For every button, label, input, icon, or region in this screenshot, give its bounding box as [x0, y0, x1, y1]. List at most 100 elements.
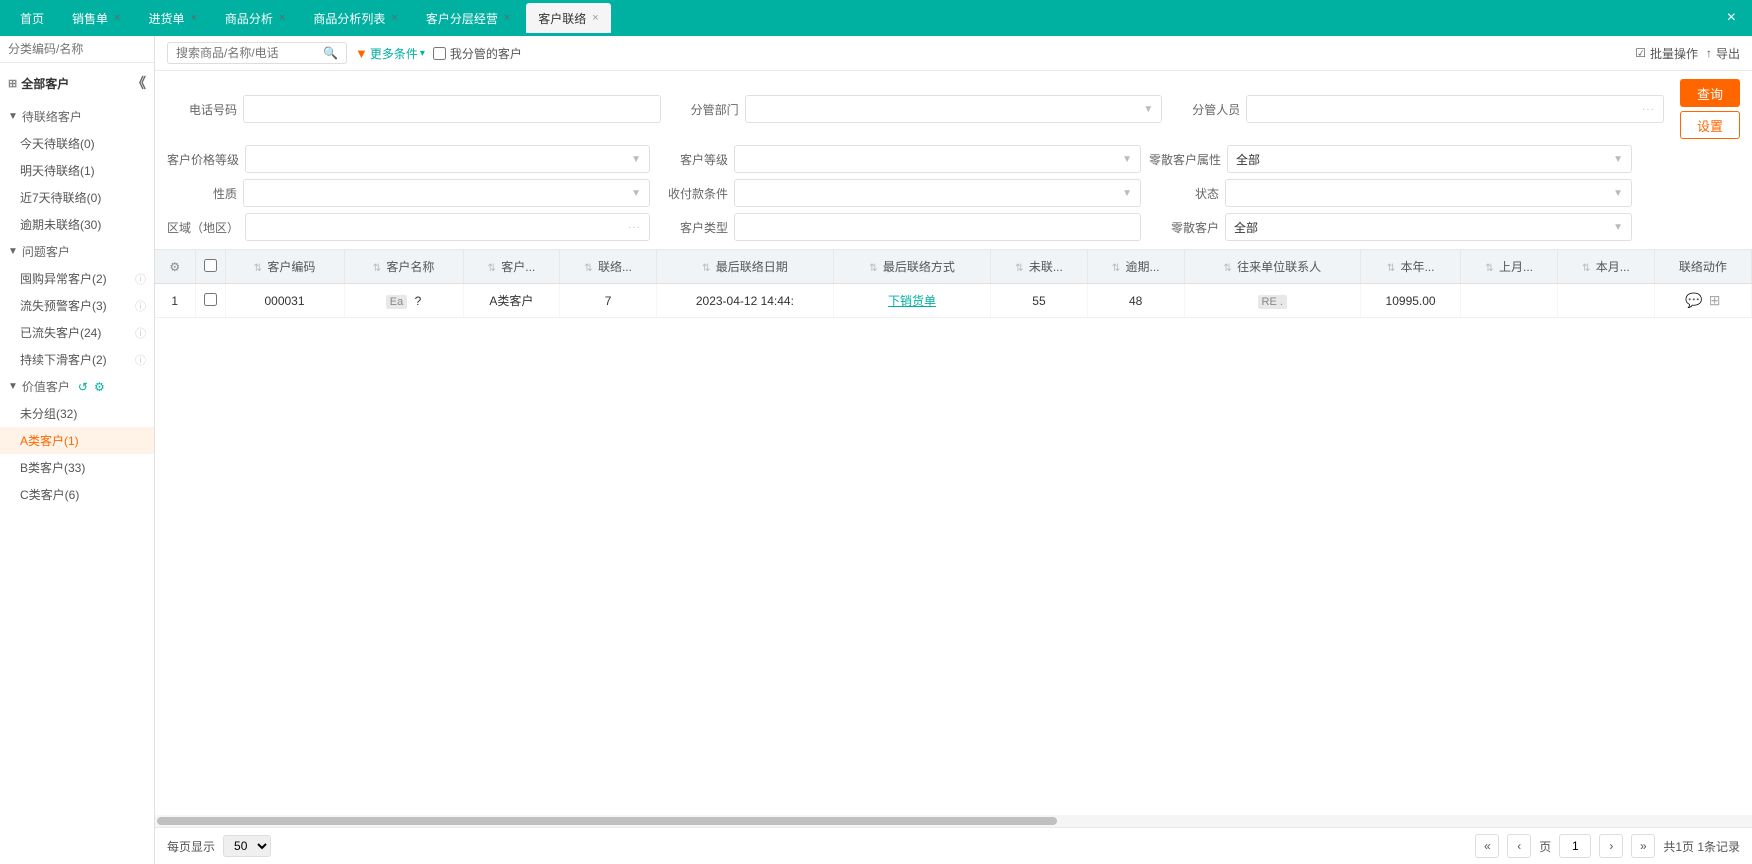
arrow-icon-8: ▼: [1613, 222, 1623, 233]
first-page-btn[interactable]: «: [1475, 834, 1499, 858]
sort-icon-7: ⇅: [1015, 263, 1023, 274]
abnormal-label: 囤购异常客户(2): [20, 270, 133, 287]
filter-status: 状态 ▼: [1149, 179, 1632, 207]
table-settings-icon[interactable]: ⚙: [169, 260, 180, 274]
row-checkbox[interactable]: [204, 293, 217, 306]
customer-level-select[interactable]: ▼: [734, 145, 1141, 173]
nav-product-analysis-list-close[interactable]: ×: [391, 12, 397, 24]
prev-page-btn[interactable]: ‹: [1507, 834, 1531, 858]
nav-product-analysis-list-label: 商品分析列表: [313, 10, 385, 27]
action-col-label: 联络动作: [1679, 260, 1727, 274]
sidebar-group-problem-header[interactable]: ▼ 问题客户: [0, 238, 154, 265]
nav-product-analysis[interactable]: 商品分析 ×: [213, 3, 297, 33]
action-col-header: 联络动作: [1654, 250, 1751, 284]
more-conditions-label: 更多条件: [370, 45, 418, 62]
nav-purchase-close[interactable]: ×: [190, 12, 196, 24]
grid-action-icon[interactable]: ⊞: [1709, 292, 1721, 309]
nav-customer-contact-close[interactable]: ×: [592, 12, 598, 24]
sidebar-all-customers[interactable]: ⊞ 全部客户 《: [0, 67, 154, 99]
per-page-select[interactable]: 50: [223, 835, 271, 857]
manager-label: 分管人员: [1170, 101, 1240, 118]
sidebar-group-problem: ▼ 问题客户 囤购异常客户(2) ⓘ 流失预警客户(3) ⓘ 已流失客户(24)…: [0, 238, 154, 373]
select-all-checkbox[interactable]: [204, 259, 217, 272]
batch-ops-btn[interactable]: ☑ 批量操作: [1635, 45, 1698, 62]
customer-type-label: 客户类型: [658, 219, 728, 236]
nature-select[interactable]: ▼: [243, 179, 650, 207]
filter-search-input[interactable]: [176, 46, 319, 60]
row-last-method[interactable]: 下销货单: [833, 284, 990, 318]
sort-icon-8: ⇅: [1112, 263, 1120, 274]
horizontal-scrollbar[interactable]: [155, 815, 1752, 827]
refresh-icon[interactable]: ↺: [78, 380, 88, 394]
nav-customer-contact[interactable]: 客户联络 ×: [526, 3, 610, 33]
query-button[interactable]: 查询: [1680, 79, 1740, 107]
scatter-attr-select[interactable]: 全部▼: [1227, 145, 1632, 173]
filter-customer-type: 客户类型: [658, 213, 1141, 241]
scatter-customer-select[interactable]: 全部▼: [1225, 213, 1632, 241]
sidebar-item-abnormal[interactable]: 囤购异常客户(2) ⓘ: [0, 265, 154, 292]
next-page-btn[interactable]: ›: [1599, 834, 1623, 858]
department-select[interactable]: ▼: [745, 95, 1163, 123]
tomorrow-label: 明天待联络(1): [20, 162, 146, 179]
sidebar-item-declining[interactable]: 持续下滑客户(2) ⓘ: [0, 346, 154, 373]
all-customers-label: 全部客户: [21, 75, 69, 92]
phone-label: 电话号码: [167, 101, 237, 118]
chevron-down-icon: ▾: [420, 48, 425, 59]
row-last-date: 2023-04-12 14:44:: [656, 284, 833, 318]
customer-type-input[interactable]: [734, 213, 1141, 241]
last-page-btn[interactable]: »: [1631, 834, 1655, 858]
status-select[interactable]: ▼: [1225, 179, 1632, 207]
comment-icon[interactable]: 💬: [1685, 292, 1702, 309]
sidebar-item-churned[interactable]: 已流失客户(24) ⓘ: [0, 319, 154, 346]
data-table: ⚙ ⇅ 客户编码 ⇅ 客户名称: [155, 250, 1752, 318]
nav-product-analysis-close[interactable]: ×: [279, 12, 285, 24]
sidebar-item-overdue[interactable]: 逾期未联络(30): [0, 211, 154, 238]
sidebar-item-tomorrow[interactable]: 明天待联络(1): [0, 157, 154, 184]
more-conditions-btn[interactable]: ▼ 更多条件 ▾: [355, 45, 425, 62]
sidebar-search-input[interactable]: [8, 42, 155, 56]
region-input[interactable]: ···: [245, 213, 650, 241]
row-customer-type: A类客户: [463, 284, 560, 318]
payment-select[interactable]: ▼: [734, 179, 1141, 207]
sidebar-item-churn-warning[interactable]: 流失预警客户(3) ⓘ: [0, 292, 154, 319]
phone-input[interactable]: [243, 95, 661, 123]
nav-customer-segment[interactable]: 客户分层经营 ×: [414, 3, 522, 33]
last-date-col-header: ⇅ 最后联络日期: [656, 250, 833, 284]
settings-button[interactable]: 设置: [1680, 111, 1740, 139]
churned-label: 已流失客户(24): [20, 324, 133, 341]
my-customers-check[interactable]: 我分管的客户: [433, 45, 522, 62]
nav-customer-segment-close[interactable]: ×: [504, 12, 510, 24]
my-customers-checkbox[interactable]: [433, 47, 446, 60]
dots-icon: ···: [1642, 104, 1655, 115]
collapse-icon[interactable]: 《: [132, 73, 146, 93]
nav-sales-close[interactable]: ×: [114, 12, 120, 24]
action-icons: 💬 ⊞: [1661, 292, 1745, 309]
row-this-month: [1558, 284, 1655, 318]
filter-search-icon[interactable]: 🔍: [323, 46, 338, 60]
sidebar-item-a-class[interactable]: A类客户(1): [0, 427, 154, 454]
close-all-tabs[interactable]: ×: [1719, 9, 1744, 27]
export-btn[interactable]: ↑ 导出: [1706, 45, 1740, 62]
sidebar-item-7days[interactable]: 近7天待联络(0): [0, 184, 154, 211]
sidebar-item-c-class[interactable]: C类客户(6): [0, 481, 154, 508]
nav-product-analysis-list[interactable]: 商品分析列表 ×: [301, 3, 409, 33]
nav-purchase[interactable]: 进货单 ×: [136, 3, 208, 33]
sidebar-group-waiting-header[interactable]: ▼ 待联络客户: [0, 103, 154, 130]
row-num: 1: [155, 284, 195, 318]
scrollbar-thumb[interactable]: [157, 817, 1057, 825]
sidebar-item-b-class[interactable]: B类客户(33): [0, 454, 154, 481]
page-input[interactable]: [1559, 834, 1591, 858]
pagination: 每页显示 50 « ‹ 页 › » 共1页 1条记录: [155, 827, 1752, 864]
settings-icon[interactable]: ⚙: [94, 380, 105, 394]
checkbox-col-header: [195, 250, 225, 284]
sidebar-group-value-header[interactable]: ▼ 价值客户 ↺ ⚙: [0, 373, 154, 400]
triangle-icon-3: ▼: [8, 381, 18, 392]
manager-input[interactable]: ···: [1246, 95, 1664, 123]
nav-home[interactable]: 首页: [8, 3, 56, 33]
price-level-select[interactable]: ▼: [245, 145, 650, 173]
sidebar-item-today[interactable]: 今天待联络(0): [0, 130, 154, 157]
last-method-link[interactable]: 下销货单: [888, 294, 936, 308]
nav-sales[interactable]: 销售单 ×: [60, 3, 132, 33]
uncontacted-col-header: ⇅ 未联...: [991, 250, 1088, 284]
sidebar-item-unclassified[interactable]: 未分组(32): [0, 400, 154, 427]
